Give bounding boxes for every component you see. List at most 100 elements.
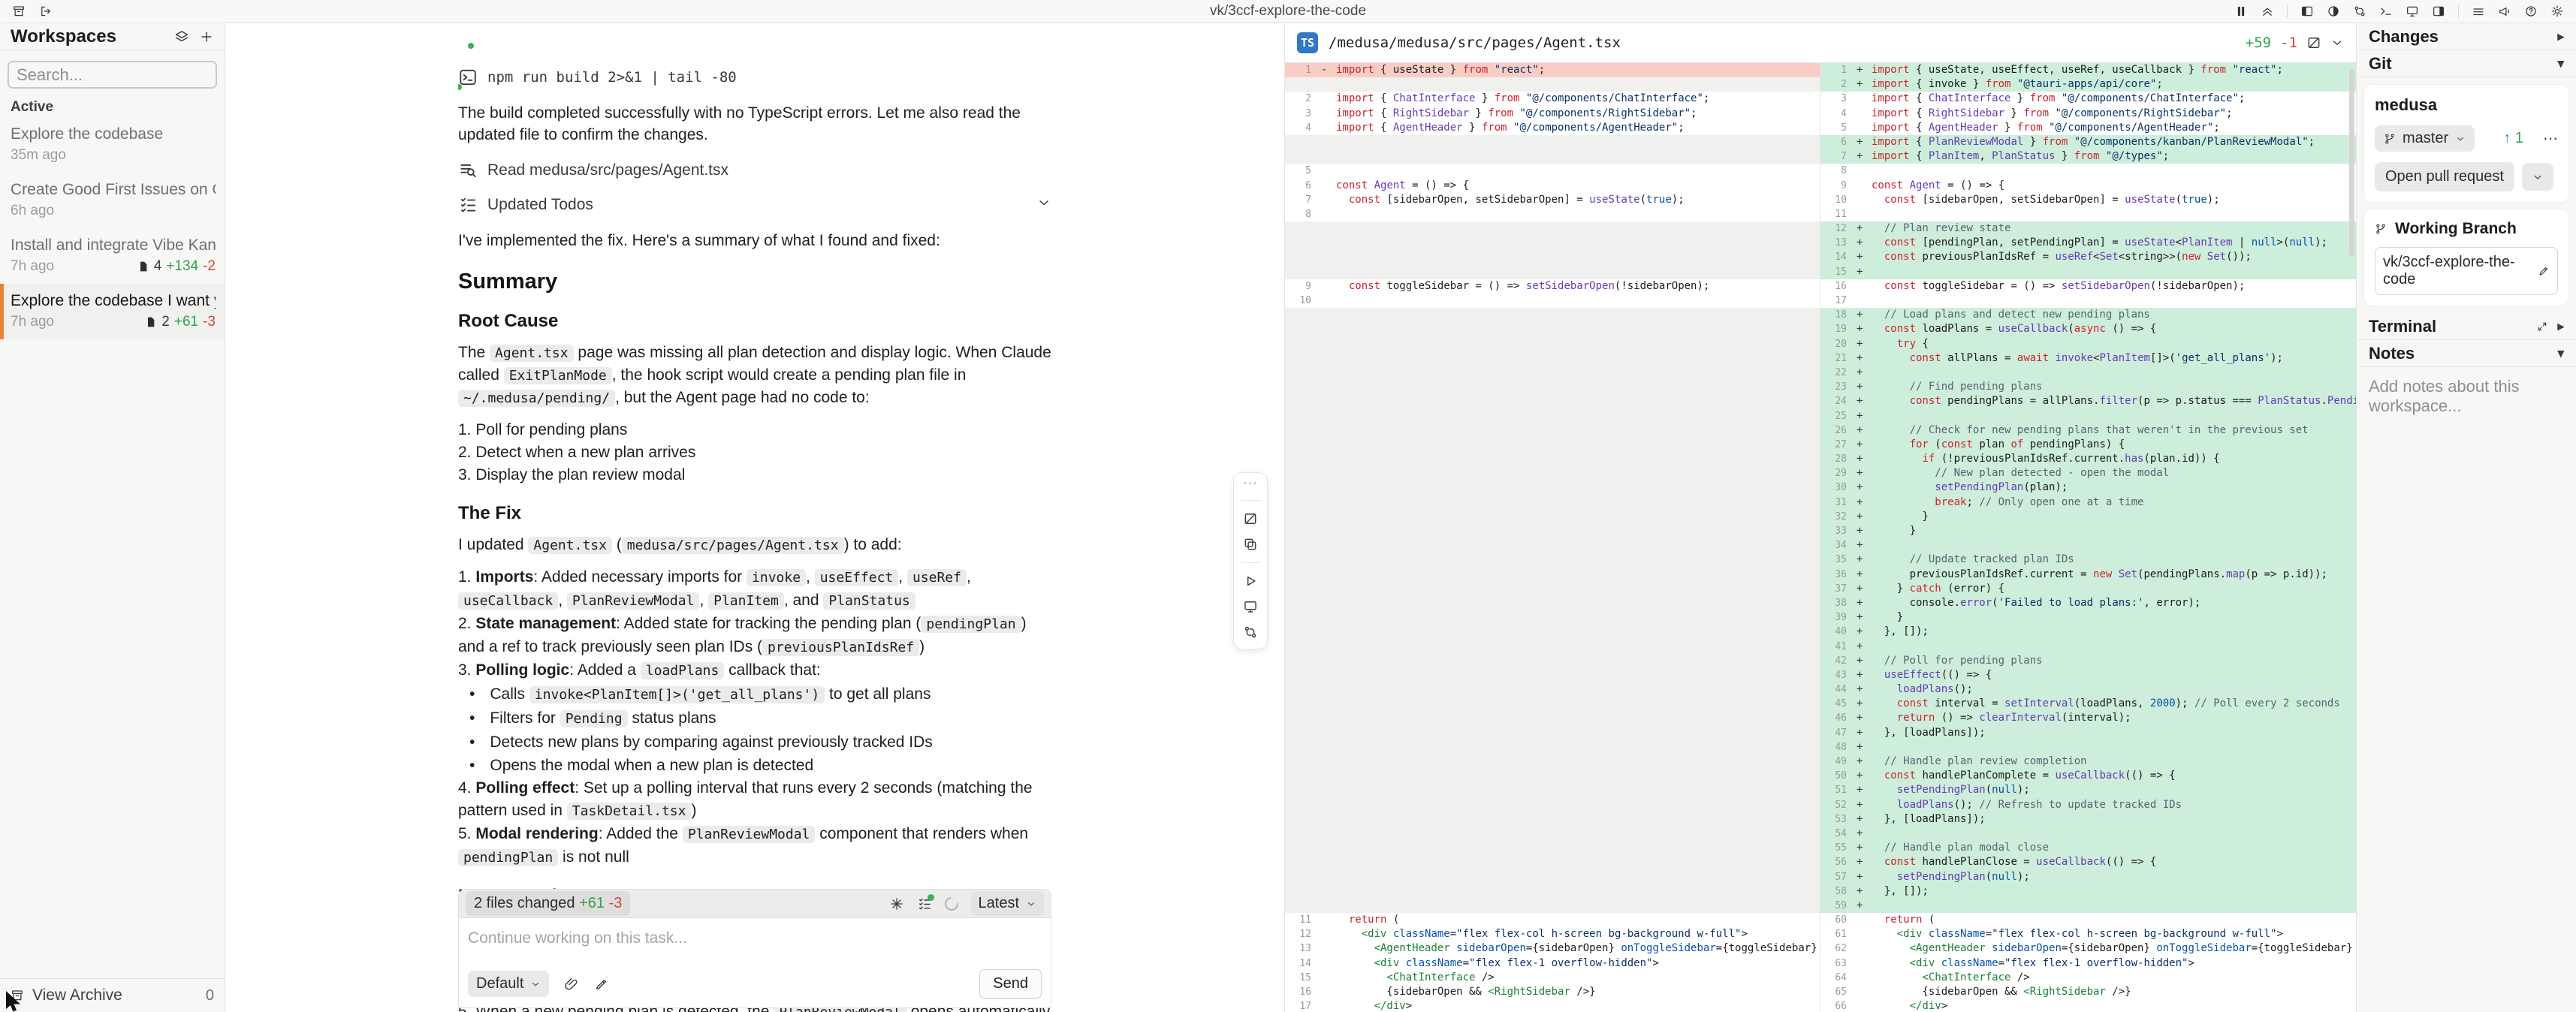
diff-line[interactable]: 56+ const handlePlanClose = useCallback(…: [1820, 855, 2356, 869]
diff-line[interactable]: 6const Agent = () => {: [1285, 179, 1820, 193]
diff-line[interactable]: 41+: [1820, 640, 2356, 654]
archive-icon[interactable]: [12, 5, 26, 18]
diff-line[interactable]: 8: [1820, 164, 2356, 178]
diff-line[interactable]: 18+ // Load plans and detect new pending…: [1820, 308, 2356, 322]
diff-line[interactable]: 23+ // Find pending plans: [1820, 380, 2356, 394]
diff-line[interactable]: 42+ // Poll for pending plans: [1820, 654, 2356, 668]
diff-line[interactable]: 48+: [1820, 740, 2356, 754]
diff-line[interactable]: 21+ const allPlans = await invoke<PlanIt…: [1820, 351, 2356, 366]
diff-line[interactable]: 66 </div>: [1820, 999, 2356, 1012]
diff-line[interactable]: 35+ // Update tracked plan IDs: [1820, 553, 2356, 567]
diff-line[interactable]: 5: [1285, 164, 1820, 178]
send-button[interactable]: Send: [979, 969, 1042, 998]
diff-line[interactable]: 29+ // New plan detected - open the moda…: [1820, 466, 2356, 480]
diff-line[interactable]: 52+ loadPlans(); // Refresh to update tr…: [1820, 798, 2356, 812]
more-options-icon[interactable]: ⋯: [2543, 129, 2558, 148]
mode-dropdown[interactable]: Default: [468, 971, 549, 997]
diff-line[interactable]: 59+: [1820, 899, 2356, 913]
diff-line[interactable]: 32+ }: [1820, 510, 2356, 524]
diff-line[interactable]: 10: [1285, 294, 1820, 308]
diff-line[interactable]: 7 const [sidebarOpen, setSidebarOpen] = …: [1285, 193, 1820, 207]
pull-request-dropdown[interactable]: [2522, 163, 2553, 191]
message-input[interactable]: Continue working on this task...: [468, 929, 1042, 947]
monitor-icon[interactable]: [1243, 599, 1258, 614]
diff-line[interactable]: 5import { AgentHeader } from "@/componen…: [1820, 121, 2356, 135]
git-section-header[interactable]: Git▾: [2357, 50, 2576, 77]
tool-call[interactable]: Read medusa/src/pages/Agent.tsx: [458, 161, 1051, 180]
add-workspace-icon[interactable]: [199, 29, 214, 44]
burst-icon[interactable]: [889, 896, 904, 911]
diff-line[interactable]: 57+ setPendingPlan(null);: [1820, 870, 2356, 884]
notes-section-header[interactable]: Notes▾: [2357, 340, 2576, 367]
open-pull-request-button[interactable]: Open pull request: [2375, 162, 2514, 191]
terminal-icon[interactable]: [2379, 5, 2393, 18]
diff-line[interactable]: 12 <div className="flex flex-col h-scree…: [1285, 927, 1820, 941]
notes-input[interactable]: Add notes about this workspace...: [2357, 367, 2576, 426]
workspace-item[interactable]: Explore the codebase I want you to exp 7…: [0, 284, 225, 339]
diff-line[interactable]: 14 <div className="flex flex-1 overflow-…: [1285, 956, 1820, 971]
diff-line[interactable]: 16 const toggleSidebar = () => setSideba…: [1820, 279, 2356, 294]
terminal-section-header[interactable]: Terminal ▸: [2357, 313, 2576, 340]
tool-call[interactable]: Updated Todos: [458, 195, 1051, 215]
diff-disabled-icon[interactable]: [1243, 511, 1258, 526]
panel-left-icon[interactable]: [2300, 5, 2314, 18]
latest-dropdown[interactable]: Latest: [971, 891, 1044, 916]
diff-line[interactable]: 49+ // Handle plan review completion: [1820, 754, 2356, 769]
git-compare-icon[interactable]: [2353, 5, 2366, 18]
chevron-down-icon[interactable]: [1036, 195, 1051, 215]
git-compare-icon[interactable]: [1243, 625, 1258, 640]
chevron-down-icon[interactable]: [2330, 36, 2344, 50]
diff-line[interactable]: 55+ // Handle plan modal close: [1820, 841, 2356, 855]
expand-icon[interactable]: [2536, 321, 2548, 333]
diff-line[interactable]: 47+ }, [loadPlans]);: [1820, 726, 2356, 740]
diff-line[interactable]: 15+: [1820, 265, 2356, 279]
pause-icon[interactable]: [2234, 5, 2248, 18]
diff-line[interactable]: 2import { ChatInterface } from "@/compon…: [1285, 92, 1820, 106]
diff-line[interactable]: 28+ if (!previousPlanIdsRef.current.has(…: [1820, 452, 2356, 466]
diff-line[interactable]: 4import { RightSidebar } from "@/compone…: [1820, 107, 2356, 121]
diff-line[interactable]: 64 <ChatInterface />: [1820, 971, 2356, 985]
tool-call[interactable]: npm run build 2>&1 | tail -80: [458, 68, 1051, 87]
diff-line[interactable]: 20+ try {: [1820, 337, 2356, 351]
diff-line[interactable]: 61 <div className="flex flex-col h-scree…: [1820, 927, 2356, 941]
diff-line[interactable]: 65 {sidebarOpen && <RightSidebar />}: [1820, 985, 2356, 999]
diff-line[interactable]: 51+ setPendingPlan(null);: [1820, 783, 2356, 797]
diff-line[interactable]: 50+ const handlePlanComplete = useCallba…: [1820, 769, 2356, 783]
diff-line[interactable]: 46+ return () => clearInterval(interval)…: [1820, 711, 2356, 725]
diff-line[interactable]: 33+ }: [1820, 524, 2356, 538]
diff-line[interactable]: 26+ // Check for new pending plans that …: [1820, 423, 2356, 438]
diff-line[interactable]: 22+: [1820, 366, 2356, 380]
diff-line[interactable]: 19+ const loadPlans = useCallback(async …: [1820, 322, 2356, 336]
diff-line[interactable]: 2+import { invoke } from "@tauri-apps/ap…: [1820, 77, 2356, 92]
help-icon[interactable]: [2524, 5, 2538, 18]
diff-line[interactable]: 12+ // Plan review state: [1820, 221, 2356, 236]
diff-line[interactable]: 17: [1820, 294, 2356, 308]
scrollbar-thumb[interactable]: [2349, 69, 2354, 257]
diff-line[interactable]: 16 {sidebarOpen && <RightSidebar />}: [1285, 985, 1820, 999]
diff-line[interactable]: 37+ } catch (error) {: [1820, 582, 2356, 596]
workspace-item[interactable]: Explore the codebase 35m ago: [0, 117, 225, 173]
diff-line[interactable]: 60 return (: [1820, 913, 2356, 927]
diff-line[interactable]: 3import { ChatInterface } from "@/compon…: [1820, 92, 2356, 106]
diff-line[interactable]: 1-import { useState } from "react";: [1285, 63, 1820, 77]
diff-line[interactable]: 45+ const interval = setInterval(loadPla…: [1820, 697, 2356, 711]
diff-line[interactable]: 8: [1285, 207, 1820, 221]
search-input[interactable]: [8, 61, 217, 89]
megaphone-icon[interactable]: [2498, 5, 2511, 18]
layers-icon[interactable]: [174, 29, 189, 44]
attach-icon[interactable]: [564, 977, 579, 992]
changes-section-header[interactable]: Changes▸: [2357, 23, 2576, 50]
diff-line[interactable]: 30+ setPendingPlan(plan);: [1820, 480, 2356, 495]
todo-list-icon[interactable]: [917, 896, 932, 911]
diff-line[interactable]: 4import { AgentHeader } from "@/componen…: [1285, 121, 1820, 135]
diff-line[interactable]: 40+ }, []);: [1820, 625, 2356, 639]
theme-contrast-icon[interactable]: [2327, 5, 2340, 18]
diff-line[interactable]: 44+ loadPlans();: [1820, 682, 2356, 697]
pen-icon[interactable]: [594, 977, 609, 992]
diff-line[interactable]: 13 <AgentHeader sidebarOpen={sidebarOpen…: [1285, 941, 1820, 956]
sign-out-icon[interactable]: [39, 5, 53, 18]
diff-line[interactable]: 11 return (: [1285, 913, 1820, 927]
diff-line[interactable]: 24+ const pendingPlans = allPlans.filter…: [1820, 394, 2356, 408]
diff-line[interactable]: 63 <div className="flex flex-1 overflow-…: [1820, 956, 2356, 971]
diff-line[interactable]: 10 const [sidebarOpen, setSidebarOpen] =…: [1820, 193, 2356, 207]
